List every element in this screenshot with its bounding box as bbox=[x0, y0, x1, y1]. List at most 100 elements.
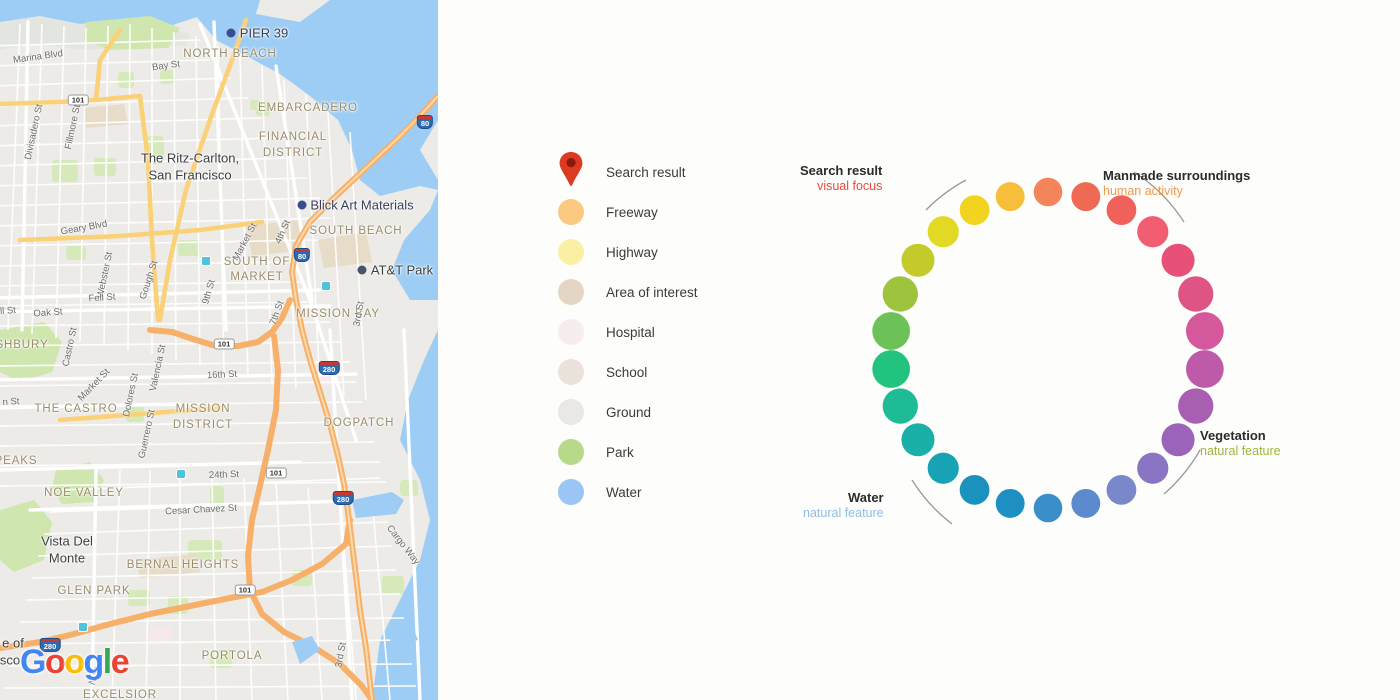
map-transit-marker-icon[interactable] bbox=[321, 281, 331, 291]
map-route-shield: 80 bbox=[416, 115, 434, 129]
legend-item-label: Area of interest bbox=[606, 284, 698, 300]
google-logo-letter: o bbox=[44, 643, 66, 681]
wheel-color-dot bbox=[1178, 388, 1214, 424]
color-swatch-icon bbox=[558, 279, 584, 305]
page-root: NORTH BEACH EMBARCADERO FINANCIAL DISTRICT S… bbox=[0, 0, 1400, 700]
color-swatch-icon bbox=[548, 199, 594, 225]
wheel-annotation-title: Manmade surroundings bbox=[1103, 168, 1251, 183]
wheel-color-dot bbox=[1185, 350, 1224, 388]
wheel-annotation: Water natural feature bbox=[803, 490, 884, 522]
google-logo-letter: o bbox=[64, 643, 85, 681]
legend-item-label: Ground bbox=[606, 404, 652, 420]
color-swatch-icon bbox=[548, 399, 594, 425]
legend-row: Park bbox=[548, 432, 698, 472]
wheel-annotation-subtitle: visual focus bbox=[817, 179, 883, 194]
legend-row: Ground bbox=[548, 392, 698, 432]
legend-row: Highway bbox=[548, 232, 698, 272]
color-swatch-icon bbox=[558, 479, 584, 505]
wheel-color-dot bbox=[1161, 423, 1195, 457]
map-transit-marker-icon[interactable] bbox=[176, 469, 186, 479]
wheel-annotation-subtitle: natural feature bbox=[803, 506, 884, 521]
google-logo-letter: l bbox=[102, 643, 112, 681]
color-swatch-icon bbox=[548, 479, 594, 505]
map-panel[interactable]: NORTH BEACH EMBARCADERO FINANCIAL DISTRICT S… bbox=[0, 0, 438, 700]
wheel-color-dot bbox=[882, 276, 918, 312]
legend-item-label: Highway bbox=[606, 244, 658, 260]
wheel-annotation-subtitle: human activity bbox=[1103, 184, 1183, 199]
map-pin-icon bbox=[548, 152, 594, 189]
legend-row: Hospital bbox=[548, 312, 698, 352]
wheel-annotation-subtitle: natural feature bbox=[1200, 444, 1281, 459]
wheel-color-dot bbox=[927, 216, 959, 248]
wheel-color-dot bbox=[872, 312, 911, 350]
wheel-color-dot bbox=[959, 475, 990, 505]
hue-wheel-svg bbox=[872, 171, 1224, 525]
legend-row: Area of interest bbox=[548, 272, 698, 312]
map-poi-dot-icon bbox=[226, 28, 236, 38]
wheel-color-dot bbox=[927, 452, 959, 484]
wheel-color-dot bbox=[901, 423, 935, 457]
map-legend: Search result Freeway Highway Area of inter… bbox=[548, 152, 698, 512]
hue-wheel-diagram: Search result visual focus Manmade surroun… bbox=[800, 150, 1281, 550]
map-route-shield: 280 bbox=[332, 491, 354, 505]
map-transit-marker-icon[interactable] bbox=[201, 256, 211, 266]
wheel-color-dot bbox=[1185, 312, 1224, 350]
wheel-color-dot bbox=[1106, 475, 1137, 505]
color-swatch-icon bbox=[548, 319, 594, 345]
map-route-shield: 101 bbox=[234, 584, 256, 596]
wheel-annotation: Manmade surroundings human activity bbox=[1103, 168, 1250, 200]
legend-row: Water bbox=[548, 472, 698, 512]
map-pin-icon bbox=[558, 152, 584, 189]
map-base-svg bbox=[0, 0, 438, 700]
wheel-color-dot bbox=[1071, 182, 1101, 212]
wheel-color-dot bbox=[872, 350, 911, 388]
legend-item-label: Water bbox=[606, 484, 642, 500]
google-logo-letter: e bbox=[110, 643, 130, 681]
google-logo-letter: G bbox=[20, 643, 46, 681]
wheel-annotation: Vegetation natural feature bbox=[1200, 428, 1281, 460]
wheel-annotation-title: Search result bbox=[800, 163, 883, 178]
color-swatch-icon bbox=[548, 439, 594, 465]
map-route-shield: 101 bbox=[213, 338, 235, 350]
legend-row: Search result bbox=[548, 152, 698, 192]
color-swatch-icon bbox=[548, 279, 594, 305]
map-route-shield: 80 bbox=[293, 248, 311, 262]
map-route-shield: 101 bbox=[265, 467, 287, 479]
google-logo-letter: g bbox=[83, 643, 105, 681]
wheel-color-dot bbox=[901, 243, 935, 277]
legend-item-label: Hospital bbox=[606, 324, 655, 340]
map-route-shield: 101 bbox=[67, 94, 89, 106]
legend-item-label: School bbox=[606, 364, 648, 380]
wheel-color-dots bbox=[872, 177, 1224, 523]
legend-row: Freeway bbox=[548, 192, 698, 232]
map-poi-dot-icon bbox=[357, 265, 367, 275]
wheel-color-dot bbox=[995, 488, 1025, 518]
wheel-color-dot bbox=[1178, 276, 1214, 312]
google-logo: Google bbox=[20, 643, 130, 682]
wheel-color-dot bbox=[1161, 243, 1195, 277]
legend-item-label: Search result bbox=[606, 164, 686, 180]
map-transit-marker-icon[interactable] bbox=[78, 622, 88, 632]
wheel-color-dot bbox=[1071, 488, 1101, 518]
color-swatch-icon bbox=[548, 359, 594, 385]
color-swatch-icon bbox=[558, 239, 584, 265]
legend-item-label: Freeway bbox=[606, 204, 658, 220]
wheel-color-dot bbox=[959, 195, 990, 225]
wheel-color-dot bbox=[1033, 493, 1063, 523]
wheel-color-dot bbox=[1033, 177, 1063, 207]
wheel-color-dot bbox=[995, 182, 1025, 212]
color-swatch-icon bbox=[558, 399, 584, 425]
wheel-color-dot bbox=[1137, 452, 1169, 484]
wheel-color-dot bbox=[1137, 216, 1169, 248]
legend-row: School bbox=[548, 352, 698, 392]
wheel-color-dot bbox=[882, 388, 918, 424]
legend-item-label: Park bbox=[606, 444, 634, 460]
color-swatch-icon bbox=[558, 319, 584, 345]
wheel-annotation-title: Water bbox=[847, 490, 884, 505]
wheel-annotation-title: Vegetation bbox=[1200, 428, 1266, 443]
wheel-annotation: Search result visual focus bbox=[800, 163, 882, 195]
color-swatch-icon bbox=[558, 439, 584, 465]
color-swatch-icon bbox=[558, 199, 584, 225]
map-poi-dot-icon bbox=[297, 200, 306, 210]
color-swatch-icon bbox=[558, 359, 584, 385]
